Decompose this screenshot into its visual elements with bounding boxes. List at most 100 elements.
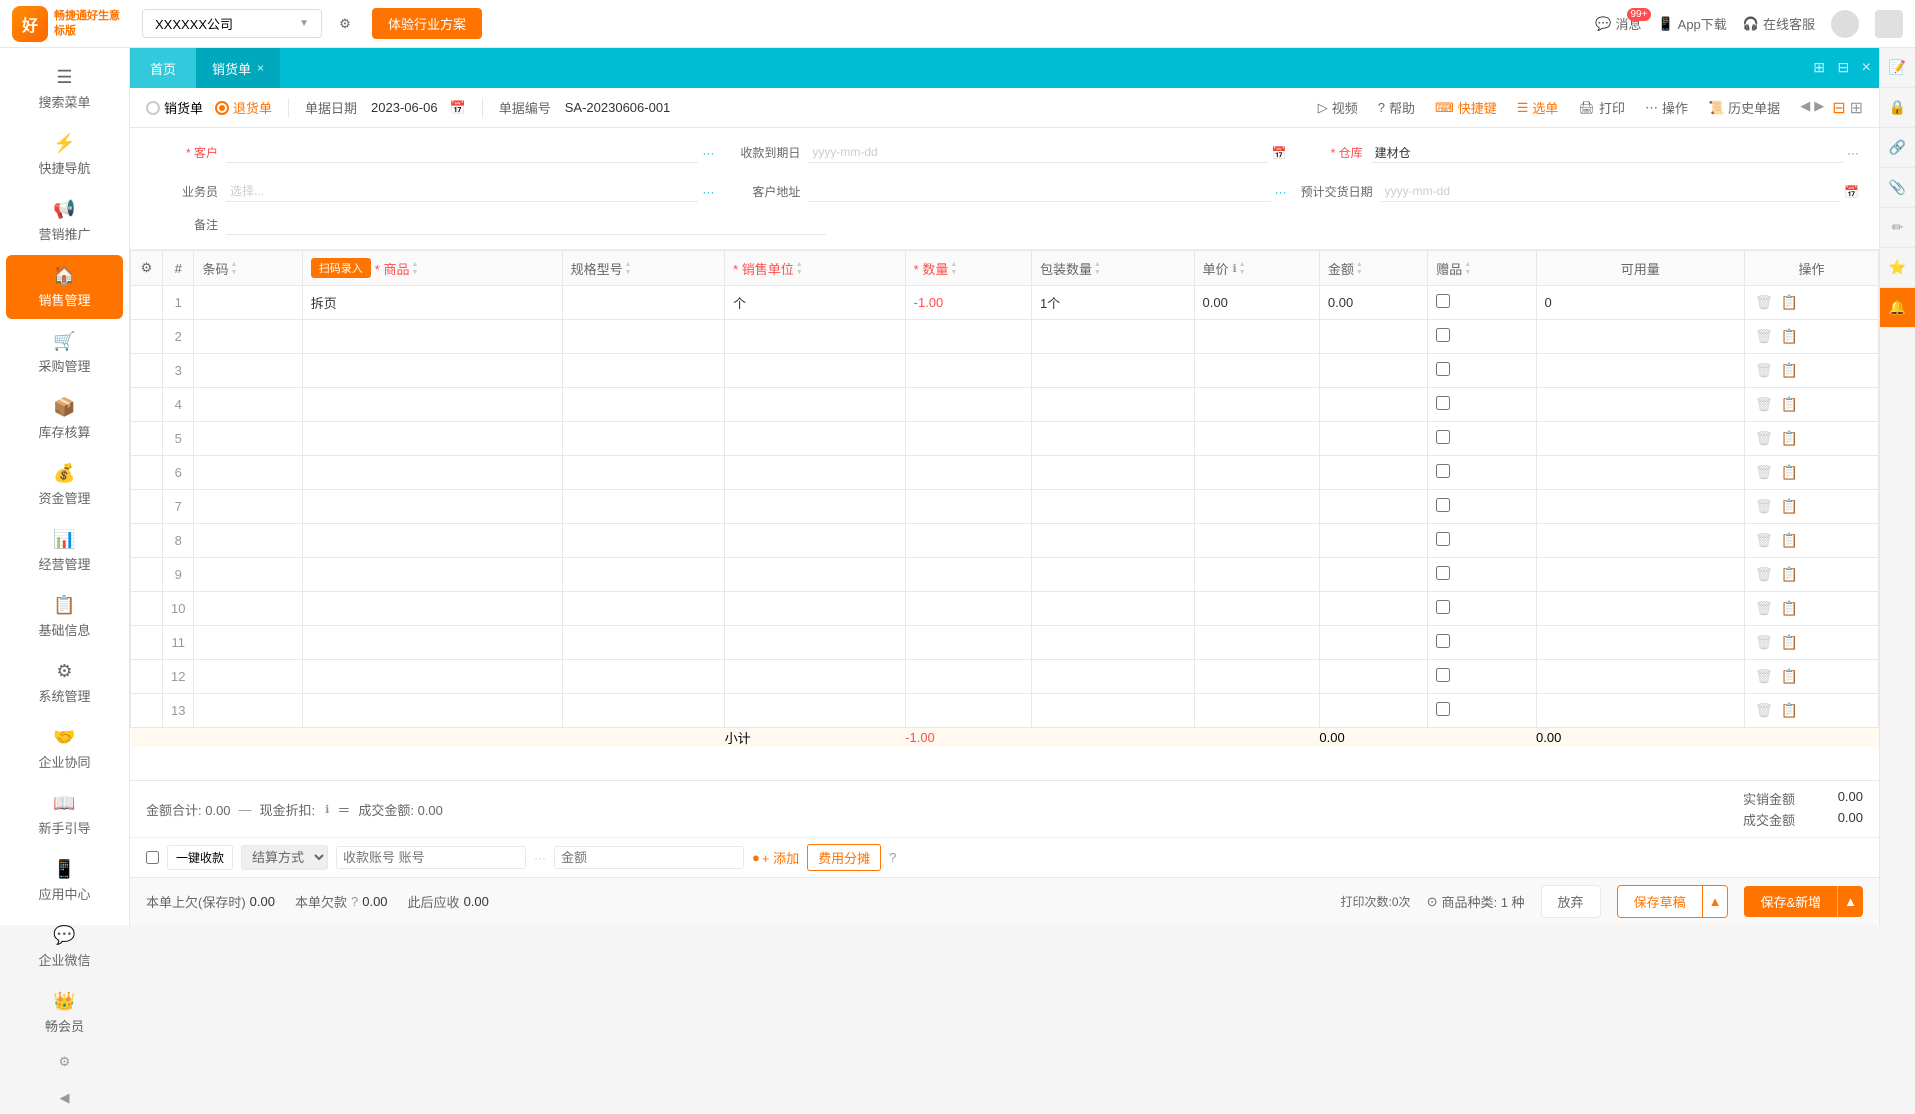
expand-icon[interactable]: ⊞ — [1813, 59, 1825, 75]
copy-row-button[interactable]: 📋 — [1779, 430, 1800, 447]
warehouse-input[interactable] — [1371, 142, 1843, 163]
expected-date-input[interactable] — [1381, 181, 1840, 202]
sidebar-item-search[interactable]: ☰ 搜索菜单 — [6, 57, 123, 121]
save-new-button[interactable]: 保存&新增 — [1744, 886, 1838, 917]
next-icon[interactable]: ▶ — [1814, 98, 1824, 118]
sidebar-item-management[interactable]: 📊 经营管理 — [6, 519, 123, 583]
fullscreen-icon[interactable]: ⊟ — [1837, 59, 1849, 75]
row-gift[interactable] — [1428, 456, 1536, 490]
copy-row-button[interactable]: 📋 — [1779, 532, 1800, 549]
right-panel-item-1[interactable]: 📝 — [1880, 48, 1915, 88]
sidebar-item-basics[interactable]: 📋 基础信息 — [6, 585, 123, 649]
row-gift[interactable] — [1428, 388, 1536, 422]
copy-row-button[interactable]: 📋 — [1779, 668, 1800, 685]
price-info-icon[interactable]: ℹ — [1233, 262, 1237, 275]
row-gift[interactable] — [1428, 660, 1536, 694]
add-payment-button[interactable]: ● + 添加 — [752, 848, 799, 867]
settings-icon[interactable]: ⚙ — [330, 9, 360, 39]
operate-button[interactable]: ⋯ 操作 — [1641, 96, 1692, 119]
dots-icon[interactable]: ··· — [534, 851, 546, 865]
sidebar-item-guide[interactable]: 📖 新手引导 — [6, 783, 123, 847]
delete-row-button[interactable]: 🗑 — [1753, 328, 1775, 345]
table-settings-icon[interactable]: ⚙ — [141, 260, 153, 275]
copy-row-button[interactable]: 📋 — [1779, 362, 1800, 379]
company-selector[interactable]: XXXXXX公司 ▼ — [142, 9, 322, 38]
row-gift[interactable] — [1428, 558, 1536, 592]
select-button[interactable]: ☰ 选单 — [1513, 96, 1563, 119]
delete-row-button[interactable]: 🗑 — [1753, 362, 1775, 379]
tab-close-button[interactable]: × — [257, 61, 264, 75]
print-button[interactable]: 🖨 打印 — [1574, 96, 1629, 119]
row-gift[interactable] — [1428, 422, 1536, 456]
delete-row-button[interactable]: 🗑 — [1753, 294, 1775, 311]
payment-amount-input[interactable] — [554, 846, 744, 869]
copy-row-button[interactable]: 📋 — [1779, 294, 1800, 311]
salesperson-input[interactable] — [226, 181, 698, 202]
grid-view-icon[interactable]: ⊟ — [1832, 98, 1845, 118]
right-panel-item-4[interactable]: 📎 — [1880, 168, 1915, 208]
row-gift[interactable] — [1428, 694, 1536, 728]
discount-info-icon[interactable]: ℹ — [325, 803, 329, 816]
avatar-dropdown[interactable] — [1875, 10, 1903, 38]
th-settings[interactable]: ⚙ — [131, 251, 163, 286]
copy-row-button[interactable]: 📋 — [1779, 702, 1800, 719]
prev-icon[interactable]: ◀ — [1800, 98, 1810, 118]
delete-row-button[interactable]: 🗑 — [1753, 566, 1775, 583]
goods-type[interactable]: ⊙ 商品种类: 1 种 — [1427, 892, 1525, 911]
sidebar-item-system[interactable]: ⚙ 系统管理 — [6, 651, 123, 715]
notes-input[interactable] — [226, 214, 826, 235]
app-download-button[interactable]: 📱 App下载 — [1657, 14, 1726, 33]
message-button[interactable]: 💬 消息 99+ — [1595, 14, 1641, 33]
sidebar-item-sales[interactable]: 🏠 销售管理 — [6, 255, 123, 319]
discard-button[interactable]: 放弃 — [1541, 885, 1601, 918]
sidebar-item-purchase[interactable]: 🛒 采购管理 — [6, 321, 123, 385]
save-draft-button[interactable]: 保存草稿 — [1618, 886, 1703, 917]
sidebar-item-marketing[interactable]: 📢 营销推广 — [6, 189, 123, 253]
customer-addr-input[interactable] — [808, 181, 1270, 202]
row-gift[interactable] — [1428, 354, 1536, 388]
close-tab-icon[interactable]: × — [1862, 59, 1871, 76]
fee-allocation-button[interactable]: 费用分摊 — [807, 844, 881, 871]
right-panel-item-6[interactable]: ⭐ — [1880, 248, 1915, 288]
save-draft-arrow[interactable]: ▲ — [1703, 886, 1728, 917]
row-gift[interactable] — [1428, 592, 1536, 626]
arrears-help-icon[interactable]: ? — [351, 894, 358, 909]
online-service-button[interactable]: 🎧 在线客服 — [1743, 14, 1815, 33]
row-gift[interactable] — [1428, 626, 1536, 660]
delete-row-button[interactable]: 🗑 — [1753, 498, 1775, 515]
sidebar-collapse-button[interactable]: ◀ — [0, 1082, 129, 1114]
salesperson-dots[interactable]: ··· — [698, 185, 718, 199]
delete-row-button[interactable]: 🗑 — [1753, 430, 1775, 447]
video-button[interactable]: ▷ 视频 — [1314, 96, 1362, 119]
row-gift[interactable] — [1428, 490, 1536, 524]
due-date-input[interactable] — [808, 142, 1267, 163]
copy-row-button[interactable]: 📋 — [1779, 396, 1800, 413]
history-button[interactable]: 📜 历史单据 — [1704, 96, 1784, 119]
sidebar-item-collab[interactable]: 🤝 企业协同 — [6, 717, 123, 781]
row-gift[interactable] — [1428, 286, 1536, 320]
one-click-payment-button[interactable]: 一键收款 — [167, 845, 233, 870]
delete-row-button[interactable]: 🗑 — [1753, 702, 1775, 719]
help-button[interactable]: ? 帮助 — [1374, 96, 1419, 119]
user-avatar[interactable] — [1831, 10, 1859, 38]
one-click-checkbox[interactable] — [146, 851, 159, 864]
customer-dots[interactable]: ··· — [698, 146, 718, 160]
scan-barcode-button[interactable]: 扫码录入 — [311, 258, 371, 278]
save-new-arrow[interactable]: ▲ — [1838, 886, 1863, 917]
delete-row-button[interactable]: 🗑 — [1753, 634, 1775, 651]
sidebar-item-inventory[interactable]: 📦 库存核算 — [6, 387, 123, 451]
radio-sales-order[interactable]: 销货单 — [146, 98, 203, 117]
row-gift[interactable] — [1428, 320, 1536, 354]
copy-row-button[interactable]: 📋 — [1779, 464, 1800, 481]
customer-input[interactable] — [226, 142, 698, 163]
tab-home[interactable]: 首页 — [130, 48, 196, 88]
copy-row-button[interactable]: 📋 — [1779, 498, 1800, 515]
list-view-icon[interactable]: ⊞ — [1850, 98, 1863, 118]
delete-row-button[interactable]: 🗑 — [1753, 668, 1775, 685]
due-date-calendar[interactable]: 📅 — [1268, 146, 1291, 160]
sidebar-item-finance[interactable]: 💰 资金管理 — [6, 453, 123, 517]
right-panel-item-2[interactable]: 🔒 — [1880, 88, 1915, 128]
right-panel-item-3[interactable]: 🔗 — [1880, 128, 1915, 168]
copy-row-button[interactable]: 📋 — [1779, 600, 1800, 617]
row-gift[interactable] — [1428, 524, 1536, 558]
